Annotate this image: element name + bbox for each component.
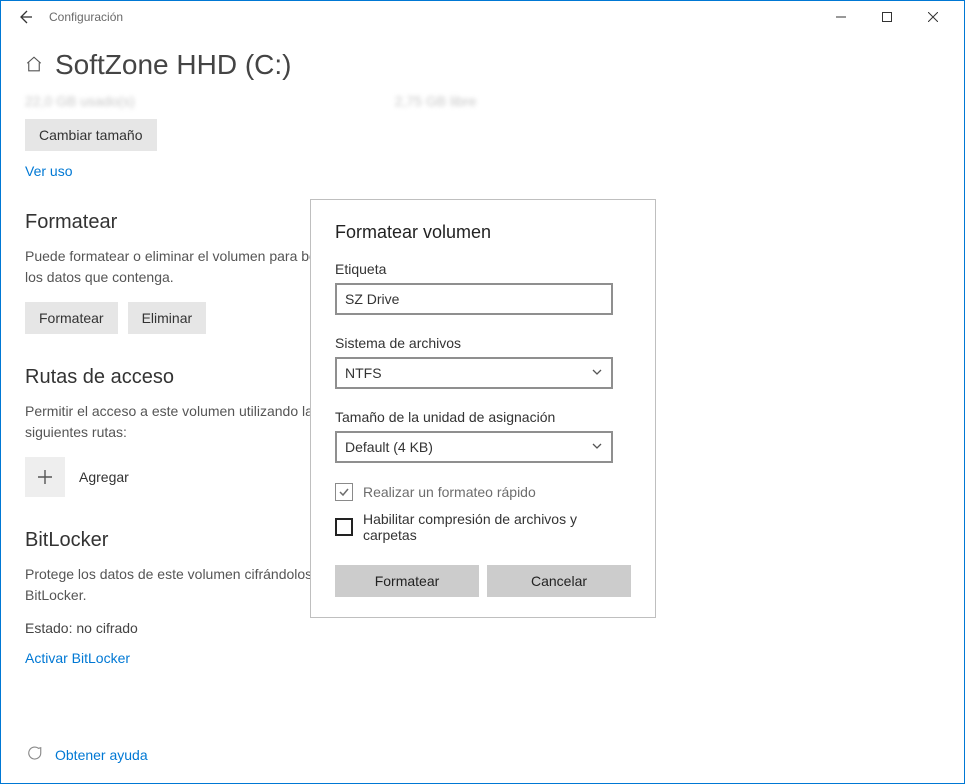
chat-icon bbox=[25, 744, 43, 765]
page-title: SoftZone HHD (C:) bbox=[55, 49, 292, 81]
fs-field-label: Sistema de archivos bbox=[335, 335, 631, 351]
checkbox-checked-icon bbox=[335, 483, 353, 501]
compression-row[interactable]: Habilitar compresión de archivos y carpe… bbox=[335, 511, 631, 543]
content-area: SoftZone HHD (C:) 22,0 GB usado(s) 2,75 … bbox=[1, 33, 964, 783]
arrow-left-icon bbox=[17, 9, 33, 25]
alloc-field-label: Tamaño de la unidad de asignación bbox=[335, 409, 631, 425]
checkbox-unchecked-icon bbox=[335, 518, 353, 536]
label-input[interactable] bbox=[335, 283, 613, 315]
bitlocker-status: Estado: no cifrado bbox=[25, 620, 940, 636]
usage-used: 22,0 GB usado(s) bbox=[25, 93, 135, 109]
quick-format-row[interactable]: Realizar un formateo rápido bbox=[335, 483, 631, 501]
delete-button[interactable]: Eliminar bbox=[128, 302, 207, 334]
back-button[interactable] bbox=[9, 1, 41, 33]
window-title: Configuración bbox=[49, 10, 123, 24]
close-button[interactable] bbox=[910, 1, 956, 33]
alloc-select-value: Default (4 KB) bbox=[345, 439, 433, 455]
usage-row: 22,0 GB usado(s) 2,75 GB libre bbox=[25, 93, 940, 119]
alloc-select[interactable]: Default (4 KB) bbox=[335, 431, 613, 463]
quick-format-label: Realizar un formateo rápido bbox=[363, 484, 536, 500]
footer: Obtener ayuda bbox=[25, 744, 148, 765]
chevron-down-icon bbox=[591, 439, 603, 455]
chevron-down-icon bbox=[591, 365, 603, 381]
activate-bitlocker-link[interactable]: Activar BitLocker bbox=[25, 650, 130, 666]
compression-label: Habilitar compresión de archivos y carpe… bbox=[363, 511, 631, 543]
maximize-icon bbox=[882, 12, 892, 22]
dialog-format-button[interactable]: Formatear bbox=[335, 565, 479, 597]
maximize-button[interactable] bbox=[864, 1, 910, 33]
minimize-button[interactable] bbox=[818, 1, 864, 33]
fs-select-value: NTFS bbox=[345, 365, 382, 381]
dialog-cancel-button[interactable]: Cancelar bbox=[487, 565, 631, 597]
fs-select[interactable]: NTFS bbox=[335, 357, 613, 389]
dialog-title: Formatear volumen bbox=[335, 222, 631, 243]
resize-button[interactable]: Cambiar tamaño bbox=[25, 119, 157, 151]
view-usage-link[interactable]: Ver uso bbox=[25, 163, 72, 179]
format-dialog: Formatear volumen Etiqueta Sistema de ar… bbox=[310, 199, 656, 618]
usage-free: 2,75 GB libre bbox=[395, 93, 477, 109]
label-field-label: Etiqueta bbox=[335, 261, 631, 277]
close-icon bbox=[928, 12, 938, 22]
add-path-label: Agregar bbox=[79, 469, 129, 485]
page-header: SoftZone HHD (C:) bbox=[25, 49, 940, 81]
minimize-icon bbox=[836, 12, 846, 22]
help-link[interactable]: Obtener ayuda bbox=[55, 747, 148, 763]
titlebar: Configuración bbox=[1, 1, 964, 33]
format-button[interactable]: Formatear bbox=[25, 302, 118, 334]
add-icon bbox=[25, 457, 65, 497]
home-icon[interactable] bbox=[25, 55, 43, 76]
